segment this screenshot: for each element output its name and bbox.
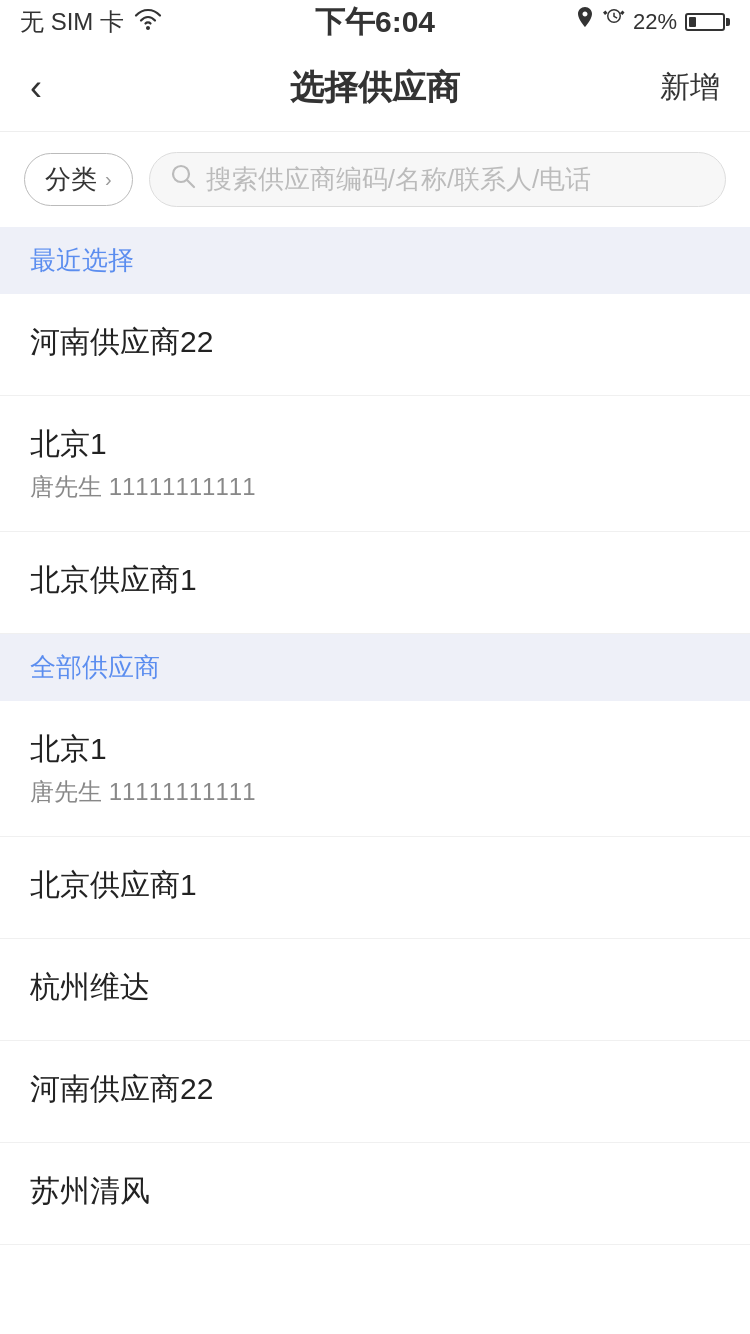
status-bar-time: 下午6:04 [315, 2, 435, 43]
item-name: 苏州清风 [30, 1171, 720, 1212]
list-item[interactable]: 北京1 唐先生 11111111111 [0, 396, 750, 532]
battery-percent: 22% [633, 9, 677, 35]
status-bar-left: 无 SIM 卡 [20, 6, 162, 38]
item-name: 北京1 [30, 424, 720, 465]
category-filter-button[interactable]: 分类 › [24, 153, 133, 206]
list-item[interactable]: 北京1 唐先生 11111111111 [0, 701, 750, 837]
item-sub: 唐先生 11111111111 [30, 776, 720, 808]
all-items-list: 北京1 唐先生 11111111111 北京供应商1 杭州维达河南供应商22 苏州清风 [0, 701, 750, 1245]
svg-line-1 [187, 180, 194, 187]
item-sub: 唐先生 11111111111 [30, 471, 720, 503]
search-icon [170, 163, 196, 196]
status-bar-right: 22% [575, 7, 730, 37]
status-bar: 无 SIM 卡 下午6:04 22% [0, 0, 750, 44]
filter-bar: 分类 › [0, 132, 750, 227]
chevron-right-icon: › [105, 168, 112, 191]
back-button[interactable]: ‹ [30, 67, 90, 109]
list-item[interactable]: 河南供应商22 [0, 1041, 750, 1143]
list-item[interactable]: 北京供应商1 [0, 837, 750, 939]
add-button[interactable]: 新增 [660, 67, 720, 108]
recent-section-label: 最近选择 [30, 245, 134, 275]
item-name: 北京供应商1 [30, 560, 720, 601]
item-name: 杭州维达 [30, 967, 720, 1008]
search-input[interactable] [206, 164, 705, 195]
list-item[interactable]: 苏州清风 [0, 1143, 750, 1245]
alarm-icon [603, 7, 625, 37]
carrier-text: 无 SIM 卡 [20, 6, 124, 38]
list-item[interactable]: 北京供应商1 [0, 532, 750, 634]
list-item[interactable]: 杭州维达 [0, 939, 750, 1041]
item-name: 河南供应商22 [30, 1069, 720, 1110]
page-title: 选择供应商 [290, 65, 460, 111]
item-name: 北京供应商1 [30, 865, 720, 906]
all-section-label: 全部供应商 [30, 652, 160, 682]
search-box [149, 152, 726, 207]
item-name: 河南供应商22 [30, 322, 720, 363]
category-label: 分类 [45, 162, 97, 197]
all-section-header: 全部供应商 [0, 634, 750, 701]
battery-icon [685, 13, 730, 31]
item-name: 北京1 [30, 729, 720, 770]
recent-items-list: 河南供应商22 北京1 唐先生 11111111111 北京供应商1 [0, 294, 750, 634]
recent-section-header: 最近选择 [0, 227, 750, 294]
location-icon [575, 7, 595, 37]
list-item[interactable]: 河南供应商22 [0, 294, 750, 396]
nav-bar: ‹ 选择供应商 新增 [0, 44, 750, 132]
wifi-icon [134, 8, 162, 36]
